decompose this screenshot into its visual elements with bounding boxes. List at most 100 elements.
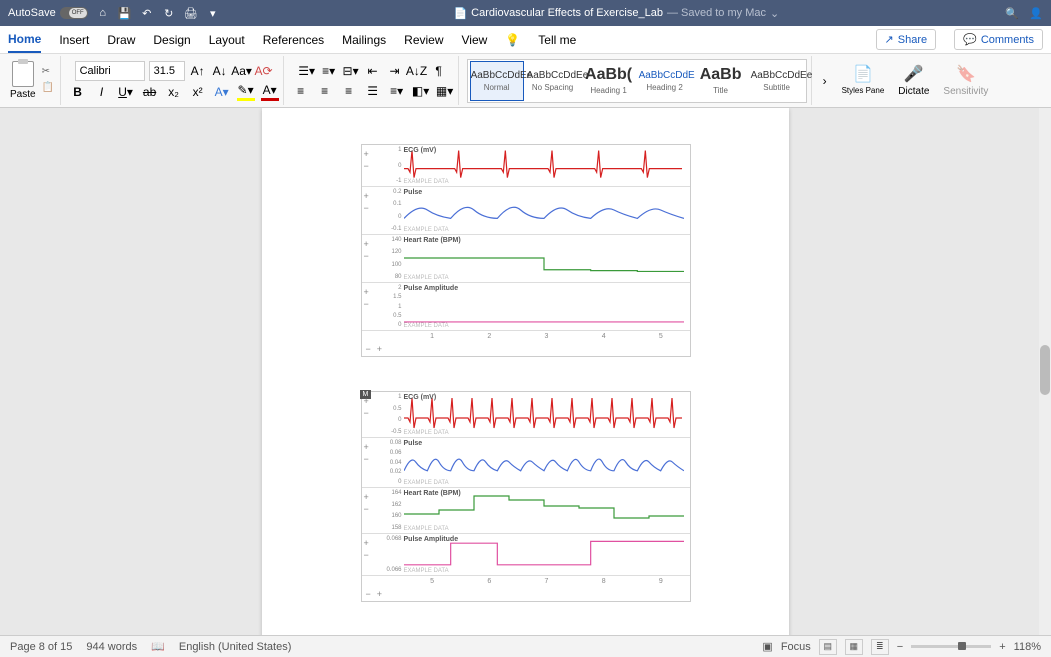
styles-scroll-right-icon[interactable]: › bbox=[816, 72, 834, 90]
numbering-icon[interactable]: ≡▾ bbox=[320, 62, 338, 80]
zoom-in-icon[interactable]: + bbox=[364, 492, 369, 502]
zoom-in-icon[interactable]: + bbox=[364, 538, 369, 548]
vertical-scrollbar[interactable] bbox=[1039, 108, 1051, 635]
style-heading-1[interactable]: AaBb(Heading 1 bbox=[582, 61, 636, 101]
align-right-icon[interactable]: ≡ bbox=[340, 82, 358, 100]
chart-figure-2[interactable]: M+−10.50-0.5ECG (mV)EXAMPLE DATA+−0.080.… bbox=[361, 391, 691, 602]
align-center-icon[interactable]: ≡ bbox=[316, 82, 334, 100]
font-name-select[interactable] bbox=[75, 61, 145, 81]
paste-button[interactable]: Paste bbox=[10, 61, 36, 100]
text-effects-icon[interactable]: A▾ bbox=[213, 83, 231, 101]
borders-icon[interactable]: ▦▾ bbox=[436, 82, 454, 100]
zoom-out-icon[interactable]: − bbox=[366, 589, 371, 599]
title-dropdown-icon[interactable]: ⌄ bbox=[770, 7, 779, 20]
redo-icon[interactable]: ↻ bbox=[162, 6, 176, 20]
multilevel-icon[interactable]: ⊟▾ bbox=[342, 62, 360, 80]
account-icon[interactable]: 👤 bbox=[1029, 6, 1043, 20]
sort-icon[interactable]: A↓Z bbox=[408, 62, 426, 80]
zoom-slider[interactable] bbox=[911, 645, 991, 648]
zoom-in-icon[interactable]: + bbox=[364, 442, 369, 452]
shrink-font-icon[interactable]: A↓ bbox=[211, 62, 229, 80]
tab-references[interactable]: References bbox=[263, 28, 324, 52]
web-layout-view-icon[interactable]: ▦ bbox=[845, 639, 863, 655]
font-color-icon[interactable]: A▾ bbox=[261, 83, 279, 101]
sensitivity-button[interactable]: 🔖 Sensitivity bbox=[939, 62, 992, 99]
font-size-select[interactable] bbox=[149, 61, 185, 81]
chart-bottom-controls[interactable]: −+ bbox=[362, 587, 690, 601]
chart-figure-1[interactable]: +−10-1ECG (mV)EXAMPLE DATA+−0.20.10-0.1P… bbox=[361, 144, 691, 357]
justify-icon[interactable]: ☰ bbox=[364, 82, 382, 100]
zoom-in-icon[interactable]: + bbox=[364, 287, 369, 297]
zoom-in-icon[interactable]: + bbox=[377, 589, 382, 599]
zoom-out-icon[interactable]: − bbox=[364, 454, 369, 464]
strike-button[interactable]: ab bbox=[141, 83, 159, 101]
toggle-switch[interactable] bbox=[60, 7, 88, 19]
tab-layout[interactable]: Layout bbox=[209, 28, 245, 52]
panel-zoom-controls[interactable]: +− bbox=[364, 538, 369, 560]
zoom-out-icon[interactable]: − bbox=[364, 504, 369, 514]
spellcheck-icon[interactable]: 📖 bbox=[151, 640, 165, 653]
clear-format-icon[interactable]: A⟳ bbox=[255, 62, 273, 80]
zoom-in-icon[interactable]: + bbox=[364, 149, 369, 159]
search-icon[interactable]: 🔍 bbox=[1005, 6, 1019, 20]
tab-mailings[interactable]: Mailings bbox=[342, 28, 386, 52]
document-area[interactable]: +−10-1ECG (mV)EXAMPLE DATA+−0.20.10-0.1P… bbox=[0, 108, 1051, 635]
styles-pane-button[interactable]: 📄 Styles Pane bbox=[838, 62, 889, 99]
copy-icon[interactable]: 📋 bbox=[42, 82, 56, 96]
panel-zoom-controls[interactable]: +− bbox=[364, 191, 369, 213]
line-spacing-icon[interactable]: ≡▾ bbox=[388, 82, 406, 100]
dictate-button[interactable]: 🎤 Dictate bbox=[894, 62, 933, 99]
chart-bottom-controls[interactable]: −+ bbox=[362, 342, 690, 356]
cut-icon[interactable]: ✂ bbox=[42, 66, 56, 80]
tab-design[interactable]: Design bbox=[153, 28, 190, 52]
home-icon[interactable]: ⌂ bbox=[96, 6, 110, 20]
grow-font-icon[interactable]: A↑ bbox=[189, 62, 207, 80]
change-case-icon[interactable]: Aa▾ bbox=[233, 62, 251, 80]
panel-zoom-controls[interactable]: +− bbox=[364, 442, 369, 464]
word-count[interactable]: 944 words bbox=[86, 641, 137, 653]
style-title[interactable]: AaBbTitle bbox=[694, 61, 748, 101]
zoom-out-icon[interactable]: − bbox=[364, 161, 369, 171]
italic-button[interactable]: I bbox=[93, 83, 111, 101]
scrollbar-thumb[interactable] bbox=[1040, 345, 1050, 395]
zoom-in-icon[interactable]: + bbox=[999, 641, 1005, 653]
style-subtitle[interactable]: AaBbCcDdEeSubtitle bbox=[750, 61, 804, 101]
tab-view[interactable]: View bbox=[462, 28, 488, 52]
autosave-toggle[interactable]: AutoSave bbox=[8, 7, 88, 19]
increase-indent-icon[interactable]: ⇥ bbox=[386, 62, 404, 80]
zoom-out-icon[interactable]: − bbox=[364, 408, 369, 418]
zoom-in-icon[interactable]: + bbox=[364, 239, 369, 249]
style-normal[interactable]: AaBbCcDdEeNormal bbox=[470, 61, 524, 101]
panel-zoom-controls[interactable]: +− bbox=[364, 396, 369, 418]
bullets-icon[interactable]: ☰▾ bbox=[298, 62, 316, 80]
save-icon[interactable]: 💾 bbox=[118, 6, 132, 20]
focus-mode[interactable]: Focus bbox=[781, 641, 811, 653]
zoom-out-icon[interactable]: − bbox=[364, 251, 369, 261]
tab-draw[interactable]: Draw bbox=[107, 28, 135, 52]
tab-insert[interactable]: Insert bbox=[59, 28, 89, 52]
zoom-out-icon[interactable]: − bbox=[364, 203, 369, 213]
share-button[interactable]: ↗Share bbox=[876, 29, 937, 50]
zoom-in-icon[interactable]: + bbox=[377, 344, 382, 354]
style-no-spacing[interactable]: AaBbCcDdEeNo Spacing bbox=[526, 61, 580, 101]
shading-icon[interactable]: ◧▾ bbox=[412, 82, 430, 100]
language-indicator[interactable]: English (United States) bbox=[179, 641, 292, 653]
underline-button[interactable]: U▾ bbox=[117, 83, 135, 101]
zoom-out-icon[interactable]: − bbox=[366, 344, 371, 354]
panel-zoom-controls[interactable]: +− bbox=[364, 149, 369, 171]
subscript-button[interactable]: x₂ bbox=[165, 83, 183, 101]
zoom-out-icon[interactable]: − bbox=[364, 299, 369, 309]
zoom-in-icon[interactable]: + bbox=[364, 396, 369, 406]
align-left-icon[interactable]: ≡ bbox=[292, 82, 310, 100]
show-marks-icon[interactable]: ¶ bbox=[430, 62, 448, 80]
zoom-in-icon[interactable]: + bbox=[364, 191, 369, 201]
tab-review[interactable]: Review bbox=[404, 28, 443, 52]
panel-zoom-controls[interactable]: +− bbox=[364, 239, 369, 261]
print-layout-view-icon[interactable]: ▤ bbox=[819, 639, 837, 655]
print-icon[interactable]: 🖨 bbox=[184, 6, 198, 20]
highlight-icon[interactable]: ✎▾ bbox=[237, 83, 255, 101]
bold-button[interactable]: B bbox=[69, 83, 87, 101]
tell-me[interactable]: Tell me bbox=[538, 28, 576, 52]
zoom-level[interactable]: 118% bbox=[1014, 641, 1041, 653]
style-heading-2[interactable]: AaBbCcDdEHeading 2 bbox=[638, 61, 692, 101]
